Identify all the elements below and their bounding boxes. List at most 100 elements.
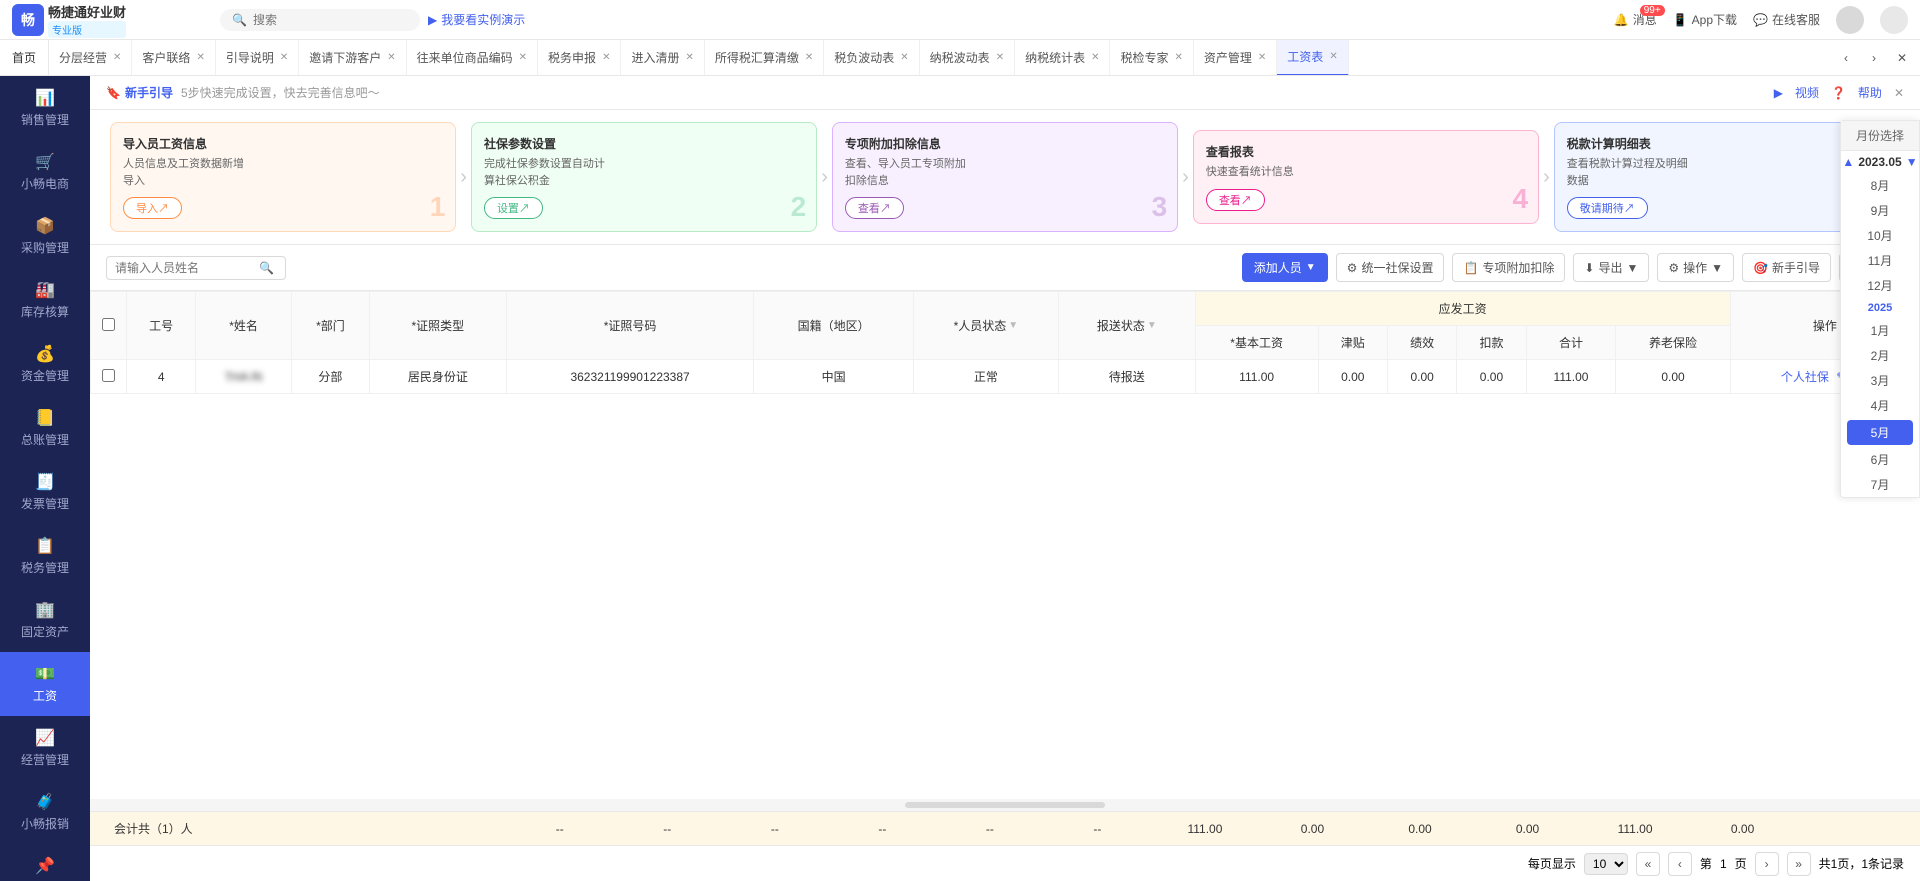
step-1-num: 1 xyxy=(430,191,446,223)
sidebar-item-sales[interactable]: 📊销售管理 xyxy=(0,76,90,140)
month-item-9[interactable]: 9月 xyxy=(1841,198,1919,223)
month-item-12[interactable]: 12月 xyxy=(1841,273,1919,298)
step-4-btn[interactable]: 查看↗ xyxy=(1206,189,1265,211)
guide-icon: 🎯 xyxy=(1753,261,1768,275)
sidebar-item-salary[interactable]: 💵工资 xyxy=(0,652,90,716)
close-icon[interactable]: ✕ xyxy=(805,52,813,63)
logo-area: 畅 畅捷通好业财 专业版 xyxy=(12,2,212,38)
step-3-btn[interactable]: 查看↗ xyxy=(845,197,904,219)
nav-tab-kehu[interactable]: 客户联络✕ xyxy=(132,40,215,76)
user-icon[interactable] xyxy=(1880,6,1908,34)
operation-button[interactable]: ⚙ 操作 ▼ xyxy=(1657,253,1734,282)
sidebar-item-expense[interactable]: 🧳小畅报销 xyxy=(0,780,90,844)
step-5-btn[interactable]: 敬请期待↗ xyxy=(1567,197,1648,219)
month-item-6[interactable]: 6月 xyxy=(1841,447,1919,472)
nav-tab-zichan[interactable]: 资产管理✕ xyxy=(1194,40,1277,76)
close-icon[interactable]: ✕ xyxy=(519,52,527,63)
nav-tab-shuiwu[interactable]: 税务申报✕ xyxy=(538,40,621,76)
first-page-button[interactable]: « xyxy=(1636,852,1660,876)
page-size-select[interactable]: 10 20 50 xyxy=(1584,853,1628,875)
nav-left-arrow[interactable]: ‹ xyxy=(1836,48,1856,68)
step-1-btn[interactable]: 导入↗ xyxy=(123,197,182,219)
close-icon[interactable]: ✕ xyxy=(602,52,610,63)
nav-tab-invite[interactable]: 邀请下游客户✕ xyxy=(299,40,406,76)
next-page-button[interactable]: › xyxy=(1755,852,1779,876)
sidebar-item-assets[interactable]: 🏢固定资产 xyxy=(0,588,90,652)
month-item-11[interactable]: 11月 xyxy=(1841,248,1919,273)
close-icon[interactable]: ✕ xyxy=(196,52,204,63)
avatar[interactable] xyxy=(1836,6,1864,34)
scrollbar-thumb[interactable] xyxy=(905,802,1105,808)
add-person-button[interactable]: 添加人员 ▼ xyxy=(1242,253,1328,282)
nav-tab-shuifu[interactable]: 税负波动表✕ xyxy=(824,40,919,76)
month-item-1[interactable]: 1月 xyxy=(1841,318,1919,343)
nav-close-all[interactable]: ✕ xyxy=(1892,48,1912,68)
app-download-button[interactable]: 📱 App下载 xyxy=(1673,11,1737,28)
guide-help-label[interactable]: 帮助 xyxy=(1858,84,1882,101)
close-icon[interactable]: ✕ xyxy=(113,52,121,63)
close-icon[interactable]: ✕ xyxy=(996,52,1004,63)
month-item-5-active[interactable]: 5月 xyxy=(1847,420,1913,445)
sidebar-item-basic[interactable]: 📌基础信息 xyxy=(0,844,90,881)
close-icon[interactable]: ✕ xyxy=(387,52,395,63)
sidebar-item-finance[interactable]: 💰资金管理 xyxy=(0,332,90,396)
month-item-8[interactable]: 8月 xyxy=(1841,173,1919,198)
th-checkbox[interactable] xyxy=(91,292,127,360)
close-icon[interactable]: ✕ xyxy=(1175,52,1183,63)
month-item-7[interactable]: 7月 xyxy=(1841,472,1919,497)
close-icon[interactable]: ✕ xyxy=(1091,52,1099,63)
horizontal-scrollbar[interactable] xyxy=(90,799,1920,811)
select-all-checkbox[interactable] xyxy=(102,318,115,331)
nav-right-arrow[interactable]: › xyxy=(1864,48,1884,68)
report-filter-icon[interactable]: ▼ xyxy=(1147,320,1157,331)
search-input[interactable] xyxy=(253,13,393,27)
demo-link[interactable]: ▶ 我要看实例演示 xyxy=(428,11,525,28)
nav-tab-yindao[interactable]: 引导说明✕ xyxy=(216,40,299,76)
search-input-wrap[interactable]: 🔍 xyxy=(220,9,420,31)
row-checkbox-cell[interactable] xyxy=(91,360,127,394)
employee-search-input[interactable] xyxy=(115,261,255,275)
close-icon[interactable]: ✕ xyxy=(1258,52,1266,63)
year-down-icon[interactable]: ▼ xyxy=(1906,155,1918,169)
employee-search-wrap[interactable]: 🔍 xyxy=(106,256,286,280)
guide-video-label[interactable]: 视频 xyxy=(1795,84,1819,101)
prev-page-button[interactable]: ‹ xyxy=(1668,852,1692,876)
personal-insurance-link[interactable]: 个人社保 xyxy=(1781,370,1829,384)
export-button[interactable]: ⬇ 导出 ▼ xyxy=(1573,253,1649,282)
row-checkbox[interactable] xyxy=(102,369,115,382)
nav-tab-gongzi[interactable]: 工资表✕ xyxy=(1277,40,1348,76)
sidebar-item-tax[interactable]: 📋税务管理 xyxy=(0,524,90,588)
close-icon[interactable]: ✕ xyxy=(900,52,908,63)
nav-tab-shuijian[interactable]: 税检专家✕ xyxy=(1110,40,1193,76)
nav-home[interactable]: 首页 xyxy=(0,40,49,76)
close-icon-active[interactable]: ✕ xyxy=(1329,51,1337,62)
month-item-10[interactable]: 10月 xyxy=(1841,223,1919,248)
nav-tab-fenceng[interactable]: 分层经营✕ xyxy=(49,40,132,76)
status-filter-icon[interactable]: ▼ xyxy=(1008,320,1018,331)
month-item-2[interactable]: 2月 xyxy=(1841,343,1919,368)
close-icon[interactable]: ✕ xyxy=(685,52,693,63)
nav-tab-natong[interactable]: 纳税统计表✕ xyxy=(1015,40,1110,76)
sidebar-item-ecommerce[interactable]: 🛒小畅电商 xyxy=(0,140,90,204)
nav-tab-wanglai[interactable]: 往来单位商品编码✕ xyxy=(407,40,538,76)
month-item-4[interactable]: 4月 xyxy=(1841,393,1919,418)
online-service-button[interactable]: 💬 在线客服 xyxy=(1753,11,1820,28)
msg-button[interactable]: 🔔 消息 99+ xyxy=(1614,11,1657,28)
nav-tab-suode[interactable]: 所得税汇算清缴✕ xyxy=(705,40,824,76)
last-page-button[interactable]: » xyxy=(1787,852,1811,876)
sidebar-item-purchase[interactable]: 📦采购管理 xyxy=(0,204,90,268)
nav-tab-nadong[interactable]: 纳税波动表✕ xyxy=(920,40,1015,76)
special-deduction-button[interactable]: 📋 专项附加扣除 xyxy=(1452,253,1565,282)
month-item-3[interactable]: 3月 xyxy=(1841,368,1919,393)
sidebar-item-invoice[interactable]: 🧾发票管理 xyxy=(0,460,90,524)
newbie-guide-button[interactable]: 🎯 新手引导 xyxy=(1742,253,1831,282)
sidebar-item-operations[interactable]: 📈经营管理 xyxy=(0,716,90,780)
social-insurance-settings-button[interactable]: ⚙ 统一社保设置 xyxy=(1336,253,1445,282)
sidebar-item-inventory[interactable]: 🏭库存核算 xyxy=(0,268,90,332)
year-up-icon[interactable]: ▲ xyxy=(1842,155,1854,169)
close-icon[interactable]: ✕ xyxy=(280,52,288,63)
step-2-btn[interactable]: 设置↗ xyxy=(484,197,543,219)
sidebar-item-ledger[interactable]: 📒总账管理 xyxy=(0,396,90,460)
guide-close-icon[interactable]: ✕ xyxy=(1894,86,1904,100)
nav-tab-qingce[interactable]: 进入清册✕ xyxy=(621,40,704,76)
